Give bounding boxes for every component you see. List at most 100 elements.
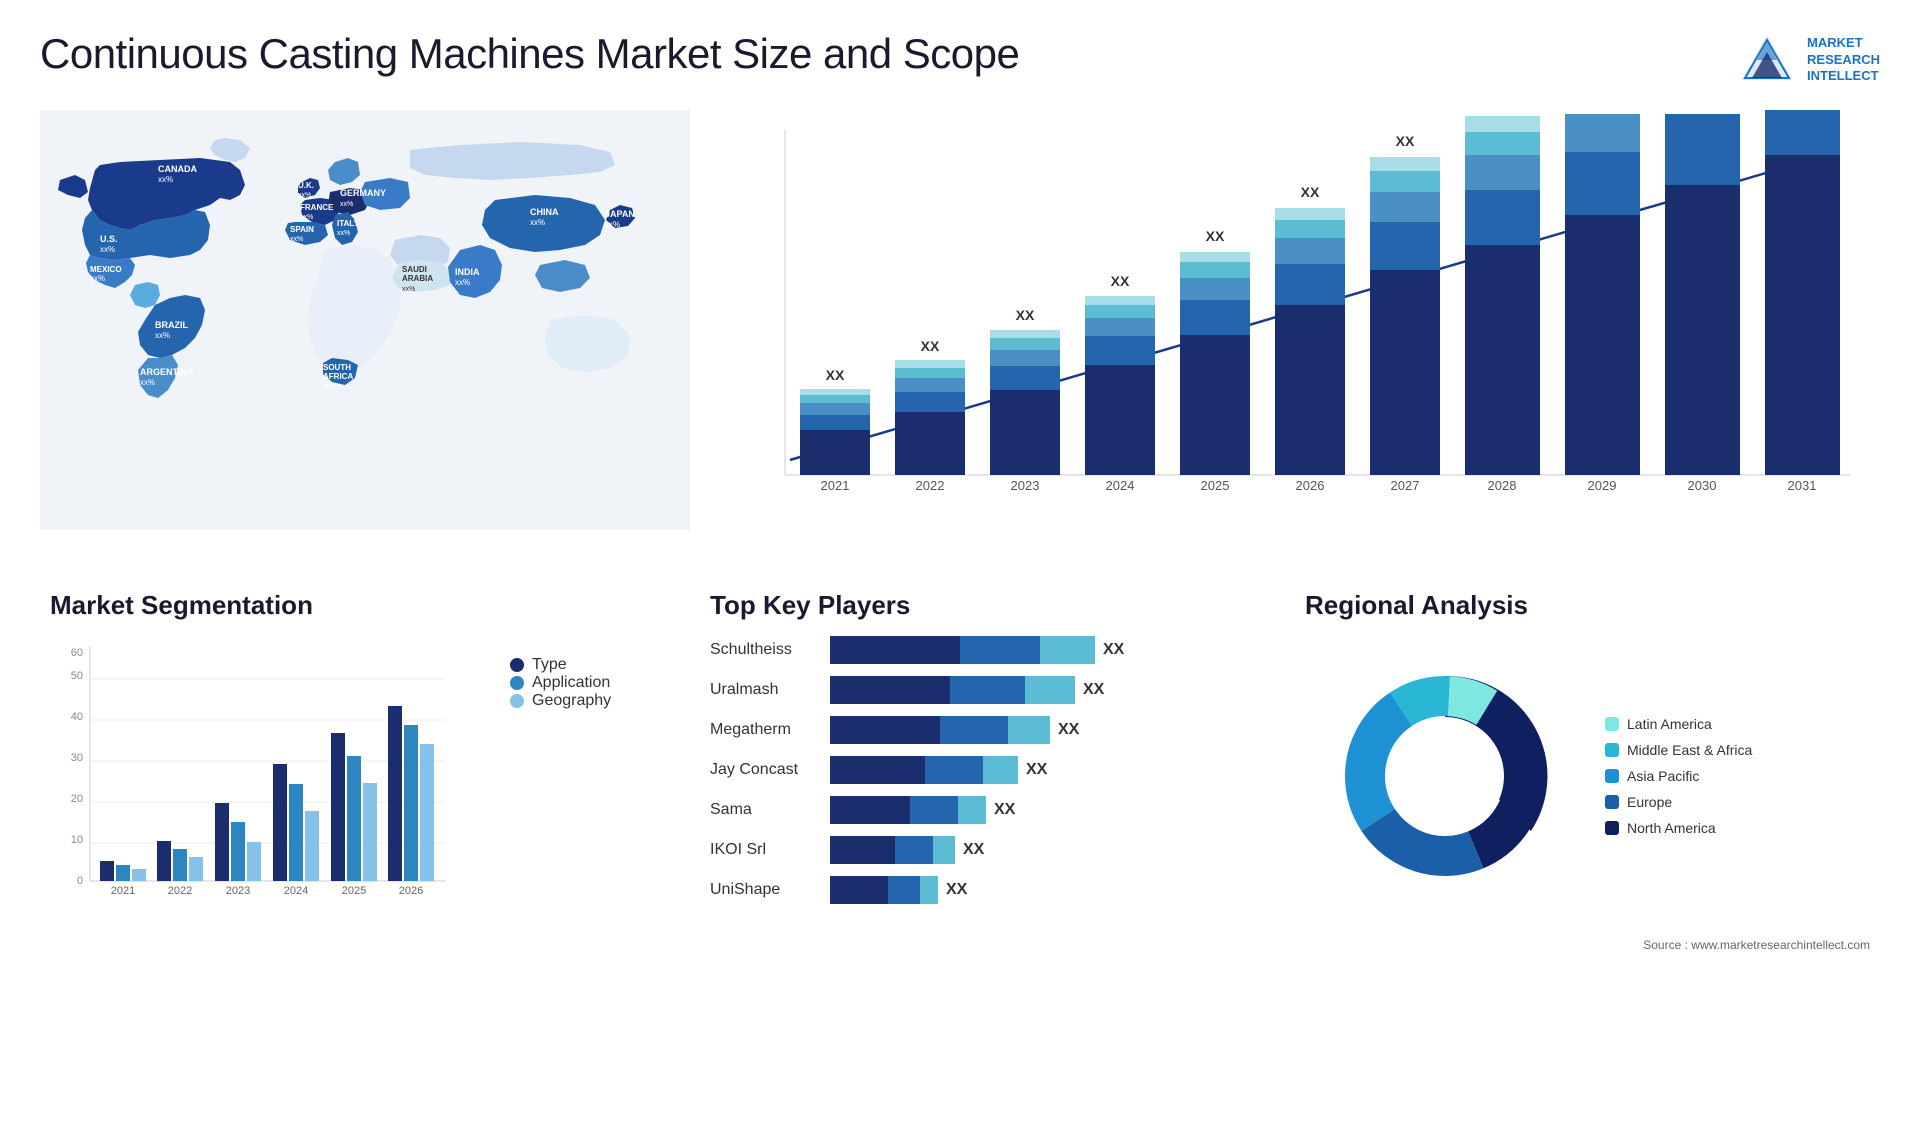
mexico-label: MEXICO bbox=[90, 265, 122, 274]
player-bar-7: XX bbox=[830, 876, 1255, 904]
bar-2024-label: XX bbox=[1111, 273, 1130, 289]
segmentation-svg: 0 10 20 30 40 50 60 bbox=[50, 636, 450, 916]
legend-type-label: Type bbox=[532, 656, 567, 674]
player-bar-segments-1 bbox=[830, 636, 1095, 664]
legend-north-america: North America bbox=[1605, 820, 1752, 836]
regional-legend: Latin America Middle East & Africa Asia … bbox=[1605, 716, 1752, 836]
bar-2030-seg1 bbox=[1665, 185, 1740, 475]
bar-2029-seg1 bbox=[1565, 215, 1640, 475]
bar-2025-seg1 bbox=[1180, 335, 1250, 475]
player-bar-5: XX bbox=[830, 796, 1255, 824]
segmentation-svg-wrapper: 0 10 20 30 40 50 60 bbox=[50, 636, 480, 916]
player-name-6: IKOI Srl bbox=[710, 841, 820, 859]
player-bar-3: XX bbox=[830, 716, 1255, 744]
player-value-2: XX bbox=[1083, 681, 1104, 699]
player-bar-7-seg3 bbox=[920, 876, 938, 904]
japan-value: xx% bbox=[605, 220, 620, 229]
seg-2026-app bbox=[404, 725, 418, 881]
donut-chart-container: Latin America Middle East & Africa Asia … bbox=[1305, 636, 1870, 916]
player-bar-segments-5 bbox=[830, 796, 986, 824]
legend-mea: Middle East & Africa bbox=[1605, 742, 1752, 758]
player-bar-segments-4 bbox=[830, 756, 1018, 784]
seg-2022-geo bbox=[189, 857, 203, 881]
bottom-right: Top Key Players Schultheiss XX Uralmash bbox=[680, 580, 1890, 966]
bar-2023-seg2 bbox=[990, 366, 1060, 390]
bar-2027-seg2 bbox=[1370, 222, 1440, 270]
donut-svg bbox=[1305, 636, 1585, 916]
us-label: U.S. bbox=[100, 234, 118, 244]
saudi-value: xx% bbox=[402, 286, 415, 293]
logo-text: MARKET RESEARCH INTELLECT bbox=[1807, 35, 1880, 86]
legend-app-dot bbox=[510, 676, 524, 690]
bar-2024-seg5 bbox=[1085, 296, 1155, 305]
legend-la-label: Latin America bbox=[1627, 716, 1712, 732]
player-name-4: Jay Concast bbox=[710, 761, 820, 779]
player-value-5: XX bbox=[994, 801, 1015, 819]
seg-2023-type bbox=[215, 803, 229, 881]
donut-center bbox=[1386, 717, 1504, 835]
bar-2021-seg4 bbox=[800, 395, 870, 403]
legend-geo-label: Geography bbox=[532, 692, 611, 710]
segmentation-chart-wrapper: 0 10 20 30 40 50 60 bbox=[50, 636, 660, 956]
player-value-6: XX bbox=[963, 841, 984, 859]
main-content: CANADA xx% U.S. xx% MEXICO xx% BRAZIL xx… bbox=[0, 100, 1920, 966]
logo-icon bbox=[1737, 30, 1797, 90]
player-name-5: Sama bbox=[710, 801, 820, 819]
players-title: Top Key Players bbox=[710, 590, 1255, 621]
svg-text:0: 0 bbox=[77, 875, 83, 887]
seg-2025-geo bbox=[363, 783, 377, 881]
bar-2026-seg5 bbox=[1275, 208, 1345, 220]
player-row-schultheiss: Schultheiss XX bbox=[710, 636, 1255, 664]
bar-2022-seg1 bbox=[895, 412, 965, 475]
player-bar-1-seg3 bbox=[1040, 636, 1095, 664]
brazil-value: xx% bbox=[155, 331, 170, 340]
bar-2022-seg4 bbox=[895, 368, 965, 378]
canada-label: CANADA bbox=[158, 164, 197, 174]
france-label: FRANCE bbox=[300, 203, 334, 212]
regional-section: Regional Analysis bbox=[1285, 580, 1890, 966]
player-bar-4-seg2 bbox=[925, 756, 983, 784]
regional-title: Regional Analysis bbox=[1305, 590, 1870, 621]
world-map: CANADA xx% U.S. xx% MEXICO xx% BRAZIL xx… bbox=[40, 110, 670, 530]
seg-2025-type bbox=[331, 733, 345, 881]
bar-2022-seg5 bbox=[895, 360, 965, 368]
bar-2027-label: XX bbox=[1396, 133, 1415, 149]
bar-2027-seg1 bbox=[1370, 270, 1440, 475]
legend-latin-america: Latin America bbox=[1605, 716, 1752, 732]
player-name-7: UniShape bbox=[710, 881, 820, 899]
bar-2022-year: 2022 bbox=[916, 478, 945, 493]
bar-2025-seg4 bbox=[1180, 262, 1250, 278]
seg-2021-type bbox=[100, 861, 114, 881]
player-value-3: XX bbox=[1058, 721, 1079, 739]
bar-2022-seg3 bbox=[895, 378, 965, 392]
india-label: INDIA bbox=[455, 267, 480, 277]
bar-2026-seg4 bbox=[1275, 220, 1345, 238]
legend-mea-dot bbox=[1605, 743, 1619, 757]
legend-geography: Geography bbox=[510, 692, 660, 710]
bar-2021-seg2 bbox=[800, 415, 870, 430]
bar-2027-year: 2027 bbox=[1391, 478, 1420, 493]
bar-2029-seg3 bbox=[1565, 114, 1640, 152]
map-svg: CANADA xx% U.S. xx% MEXICO xx% BRAZIL xx… bbox=[40, 110, 690, 530]
italy-value: xx% bbox=[337, 230, 350, 237]
seg-2021-app bbox=[116, 865, 130, 881]
svg-text:2025: 2025 bbox=[342, 885, 366, 897]
mexico-value: xx% bbox=[90, 274, 105, 283]
player-bar-segments-7 bbox=[830, 876, 938, 904]
svg-text:40: 40 bbox=[71, 711, 83, 723]
segmentation-legend: Type Application Geography bbox=[510, 636, 660, 710]
svg-text:30: 30 bbox=[71, 752, 83, 764]
player-bar-2: XX bbox=[830, 676, 1255, 704]
seg-2022-type bbox=[157, 841, 171, 881]
segmentation-title: Market Segmentation bbox=[50, 590, 660, 621]
player-bar-2-seg3 bbox=[1025, 676, 1075, 704]
bar-2031-seg1 bbox=[1765, 155, 1840, 475]
uk-value: xx% bbox=[298, 192, 311, 199]
legend-eu-dot bbox=[1605, 795, 1619, 809]
france-value: xx% bbox=[300, 214, 313, 221]
bar-2025-label: XX bbox=[1206, 228, 1225, 244]
player-bar-3-seg1 bbox=[830, 716, 940, 744]
svg-text:20: 20 bbox=[71, 793, 83, 805]
bar-2025-seg3 bbox=[1180, 278, 1250, 300]
bar-2023-seg5 bbox=[990, 330, 1060, 338]
